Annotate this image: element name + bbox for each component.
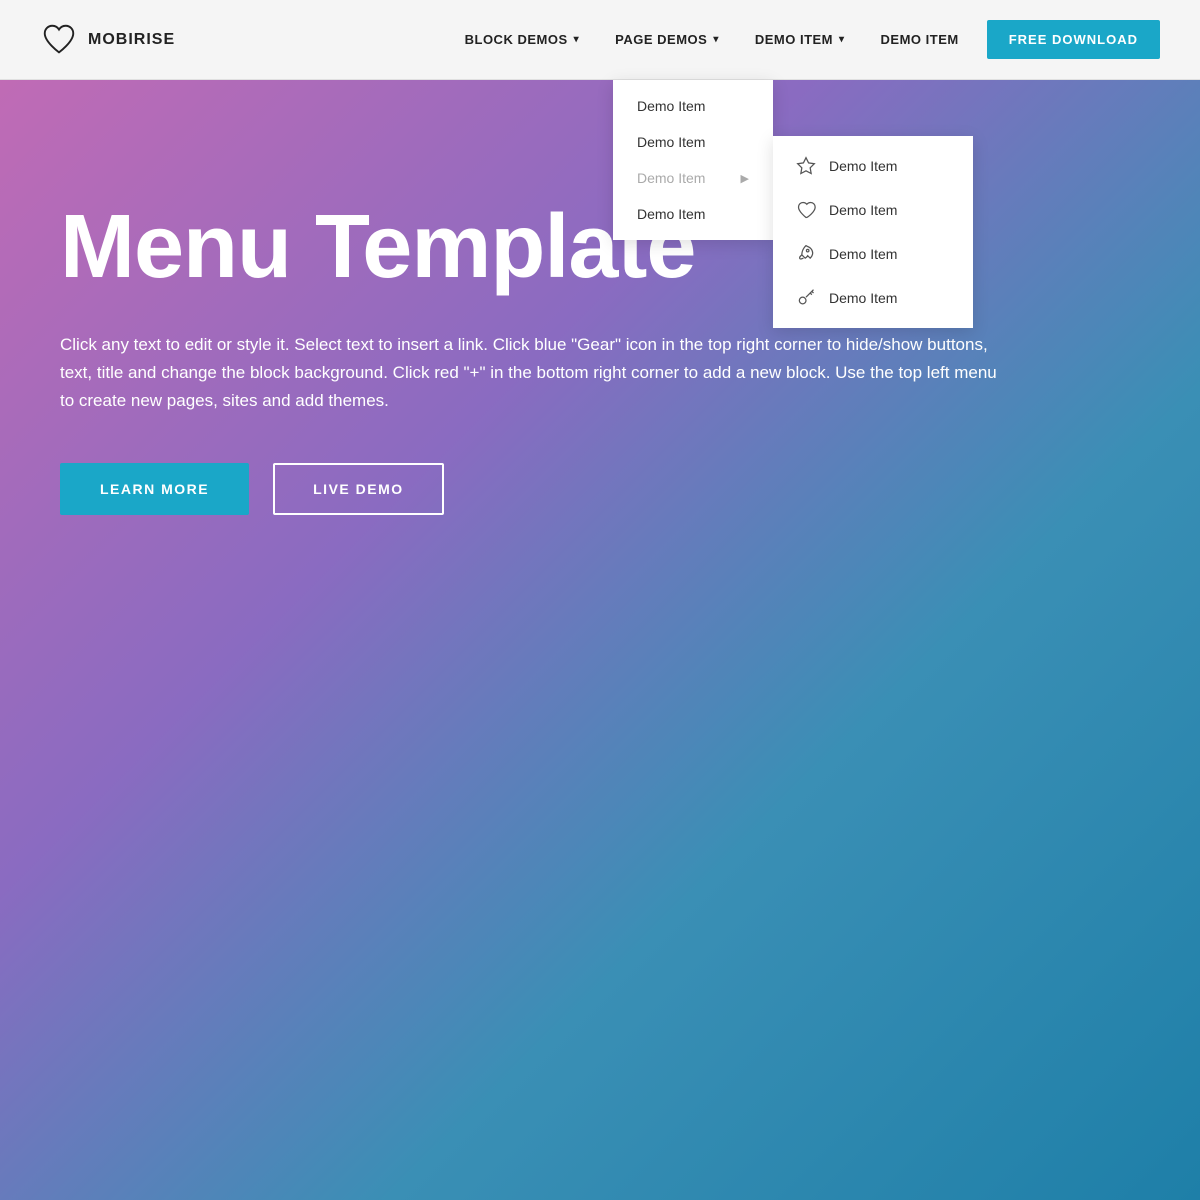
dropdown-menu: Demo Item Demo Item Demo Item ▶ Demo Ite… [613, 80, 773, 240]
hero-buttons: LEARN MORE LIVE DEMO [60, 463, 1140, 515]
learn-more-button[interactable]: LEARN MORE [60, 463, 249, 515]
nav-item-demo-item-4: DEMO ITEM [863, 32, 977, 47]
navbar: MOBIRISE BLOCK DEMOS ▾ PAGE DEMOS ▾ DEMO… [0, 0, 1200, 80]
chevron-right-icon: ▶ [741, 172, 749, 185]
chevron-down-icon: ▾ [574, 34, 580, 45]
star-icon [795, 155, 817, 177]
nav-item-block-demos: BLOCK DEMOS ▾ [447, 32, 598, 47]
nav-link-page-demos[interactable]: PAGE DEMOS ▾ [597, 32, 737, 47]
nav-item-cta: FREE DOWNLOAD [977, 20, 1160, 59]
dropdown-item-3-submenu[interactable]: Demo Item ▶ Demo Item [613, 160, 773, 196]
heart-icon [795, 199, 817, 221]
dropdown-wrapper: Demo Item Demo Item Demo Item ▶ Demo Ite… [613, 80, 773, 240]
hero-section: Menu Template Click any text to edit or … [0, 80, 1200, 1200]
free-download-button[interactable]: FREE DOWNLOAD [987, 20, 1160, 59]
hero-title: Menu Template [60, 200, 1140, 295]
nav-link-demo-item-4[interactable]: DEMO ITEM [863, 32, 977, 47]
sub-dropdown-menu: Demo Item Demo Item [773, 136, 973, 328]
nav-item-demo-item-3: DEMO ITEM ▾ [737, 32, 863, 47]
sub-dropdown-item-2[interactable]: Demo Item [773, 188, 973, 232]
heart-icon [40, 21, 78, 59]
rocket-icon [795, 243, 817, 265]
sub-dropdown-item-4[interactable]: Demo Item [773, 276, 973, 320]
chevron-down-icon: ▾ [839, 34, 845, 45]
nav-item-page-demos: PAGE DEMOS ▾ [597, 32, 737, 47]
live-demo-button[interactable]: LIVE DEMO [273, 463, 444, 515]
brand-name: MOBIRISE [88, 31, 175, 49]
nav-link-block-demos[interactable]: BLOCK DEMOS ▾ [447, 32, 598, 47]
brand-logo[interactable]: MOBIRISE [40, 21, 175, 59]
sub-dropdown-item-3[interactable]: Demo Item [773, 232, 973, 276]
dropdown-item-4[interactable]: Demo Item [613, 196, 773, 232]
nav-link-demo-item-3[interactable]: DEMO ITEM ▾ [737, 32, 863, 47]
navbar-nav: BLOCK DEMOS ▾ PAGE DEMOS ▾ DEMO ITEM ▾ D… [447, 20, 1160, 59]
key-icon [795, 287, 817, 309]
dropdown-item-1[interactable]: Demo Item [613, 88, 773, 124]
chevron-down-icon: ▾ [713, 34, 719, 45]
sub-dropdown-item-1[interactable]: Demo Item [773, 144, 973, 188]
hero-description: Click any text to edit or style it. Sele… [60, 331, 1010, 415]
dropdown-item-2[interactable]: Demo Item [613, 124, 773, 160]
